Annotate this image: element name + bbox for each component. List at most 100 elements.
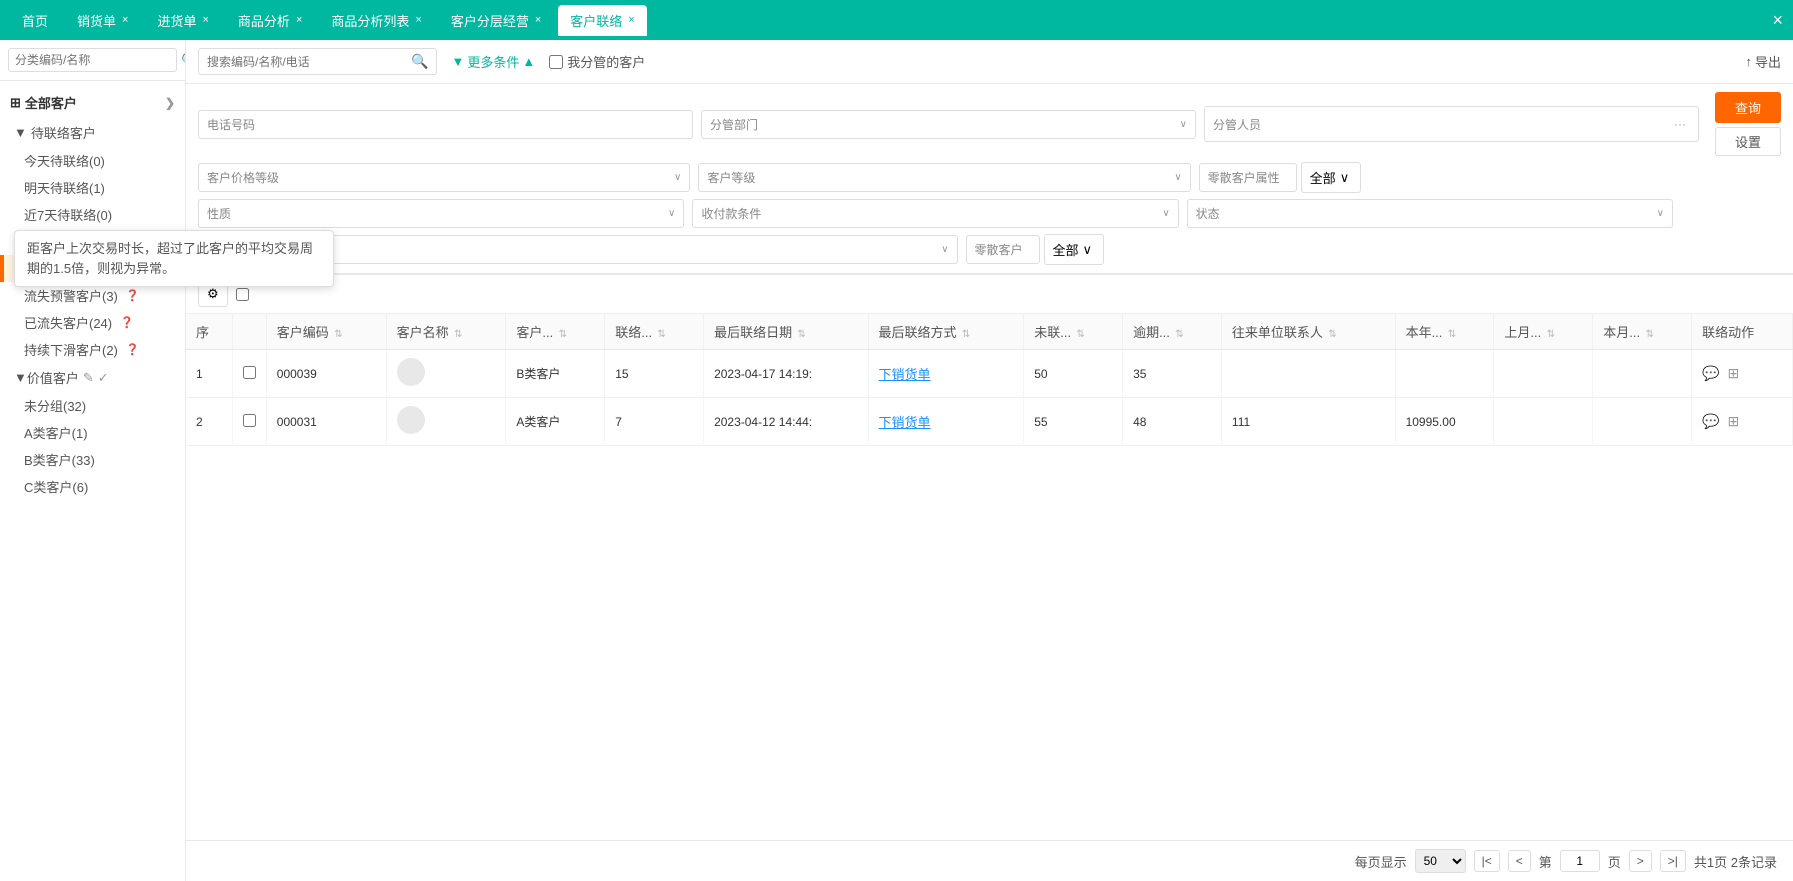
method-link-2[interactable]: 下销货单: [879, 415, 931, 430]
avatar-2: [397, 406, 425, 434]
sidebar-all-customers[interactable]: ⊞ 全部客户 ❯: [0, 87, 185, 118]
settings-button[interactable]: 设置: [1715, 127, 1781, 156]
col-last-contact-date: 最后联络日期 ⇅: [704, 314, 868, 350]
cell-date-2: 2023-04-12 14:44:: [704, 398, 868, 446]
nav-sales-close[interactable]: ×: [122, 14, 128, 26]
sidebar-item-class-c[interactable]: C类客户(6): [0, 473, 185, 500]
cell-method-2[interactable]: 下销货单: [868, 398, 1024, 446]
filter-phone[interactable]: 电话号码: [198, 110, 693, 139]
sidebar-group-pending-title[interactable]: ▼ 待联络客户: [0, 118, 185, 147]
sidebar-search-area: 🔍: [0, 40, 185, 81]
sort-icon-year: ⇅: [1448, 329, 1456, 340]
sidebar-item-7days[interactable]: 近7天待联络(0): [0, 201, 185, 228]
filter-person[interactable]: 分管人员 ···: [1204, 106, 1699, 142]
nav-customer-segment[interactable]: 客户分层经营 ×: [439, 5, 553, 36]
filter-dept[interactable]: 分管部门 ∨: [701, 110, 1196, 139]
col-action: 联络动作: [1692, 314, 1793, 350]
cell-checkbox-1[interactable]: [232, 350, 266, 398]
select-all-checkbox[interactable]: [236, 288, 249, 301]
sidebar-collapse-btn[interactable]: ❯: [165, 96, 175, 110]
chevron-down-icon5: ∨: [668, 208, 675, 219]
filter-status[interactable]: 状态 ∨: [1187, 199, 1673, 228]
chevron-up-icon: ▲: [522, 54, 535, 69]
nav-home[interactable]: 首页: [10, 5, 60, 36]
sidebar-price-customer-header[interactable]: ▼ 价值客户 ✎ ✓: [0, 363, 185, 392]
filter-customer-grade[interactable]: 客户等级 ∨: [698, 163, 1190, 192]
prev-page-button[interactable]: <: [1508, 850, 1531, 872]
check-icon[interactable]: ✓: [98, 370, 109, 386]
sidebar-item-tomorrow[interactable]: 明天待联络(1): [0, 174, 185, 201]
help-icon-declining[interactable]: ❓: [126, 343, 140, 356]
sidebar-item-class-b[interactable]: B类客户(33): [0, 446, 185, 473]
avatar-1: [397, 358, 425, 386]
help-icon-lost-warning[interactable]: ❓: [126, 289, 140, 302]
filter-bar: 🔍 ▼ 更多条件 ▲ 我分管的客户 ↑ 导出: [186, 40, 1793, 84]
chat-icon-1[interactable]: 💬: [1702, 365, 1719, 382]
cell-code-1: 000039: [266, 350, 386, 398]
filter-price-grade[interactable]: 客户价格等级 ∨: [198, 163, 690, 192]
filter-search-icon[interactable]: 🔍: [411, 53, 428, 70]
table-toolbar: ⚙: [186, 275, 1793, 314]
sidebar-item-declining[interactable]: 持续下滑客户(2) ❓: [0, 336, 185, 363]
sidebar-item-ungroup[interactable]: 未分组(32): [0, 392, 185, 419]
col-last-contact-method: 最后联络方式 ⇅: [868, 314, 1024, 350]
sidebar-search-input[interactable]: [8, 48, 177, 72]
triangle-icon: ▼: [14, 125, 27, 140]
nav-product-list[interactable]: 商品分析列表 ×: [319, 5, 433, 36]
col-overdue: 逾期... ⇅: [1123, 314, 1222, 350]
menu-icon-2[interactable]: ⊞: [1728, 413, 1740, 430]
filter-nature[interactable]: 性质 ∨: [198, 199, 684, 228]
filter-retail-attr-value[interactable]: 全部 ∨: [1301, 162, 1361, 193]
nav-product-analysis-close[interactable]: ×: [296, 14, 302, 26]
my-customer-checkbox-area: 我分管的客户: [549, 52, 645, 71]
menu-icon-1[interactable]: ⊞: [1728, 365, 1740, 382]
first-page-button[interactable]: |<: [1474, 850, 1500, 872]
nav-customer-contact-close[interactable]: ×: [628, 14, 634, 26]
my-customer-checkbox[interactable]: [549, 55, 563, 69]
cell-checkbox-2[interactable]: [232, 398, 266, 446]
method-link-1[interactable]: 下销货单: [879, 367, 931, 382]
nav-product-analysis[interactable]: 商品分析 ×: [226, 5, 314, 36]
export-button[interactable]: ↑ 导出: [1745, 52, 1781, 71]
next-page-button[interactable]: >: [1629, 850, 1652, 872]
nav-purchase[interactable]: 进货单 ×: [145, 5, 220, 36]
col-seq: 序: [186, 314, 232, 350]
help-icon-lost[interactable]: ❓: [120, 316, 134, 329]
filter-search-input[interactable]: [207, 55, 407, 69]
cell-contact-1: 15: [605, 350, 704, 398]
nav-customer-segment-close[interactable]: ×: [535, 14, 541, 26]
filter-customer-type[interactable]: 客户类型 ∨: [232, 235, 958, 264]
page-input[interactable]: [1560, 850, 1600, 872]
advanced-filter: 电话号码 分管部门 ∨ 分管人员 ··· 查询 设置: [186, 84, 1793, 274]
person-ellipsis[interactable]: ···: [1670, 112, 1690, 136]
top-nav-right: ×: [1772, 10, 1783, 31]
last-page-button[interactable]: >|: [1660, 850, 1686, 872]
sidebar-content: ⊞ 全部客户 ❯ ▼ 待联络客户 今天待联络(0) 明天待联络(1) 近7天待联…: [0, 81, 185, 881]
sidebar-item-lost[interactable]: 已流失客户(24) ❓: [0, 309, 185, 336]
cell-action-1: 💬 ⊞: [1692, 350, 1793, 398]
nav-product-list-close[interactable]: ×: [415, 14, 421, 26]
more-filter-btn[interactable]: ▼ 更多条件 ▲: [445, 48, 541, 75]
sidebar-item-today[interactable]: 今天待联络(0): [0, 147, 185, 174]
row2-checkbox[interactable]: [243, 414, 256, 427]
edit-icon[interactable]: ✎: [83, 370, 94, 386]
window-close-button[interactable]: ×: [1772, 10, 1783, 30]
cell-method-1[interactable]: 下销货单: [868, 350, 1024, 398]
nav-customer-contact[interactable]: 客户联络 ×: [558, 5, 646, 36]
nav-sales[interactable]: 销货单 ×: [65, 5, 140, 36]
page-size-select[interactable]: 50 20 100: [1415, 849, 1466, 873]
chat-icon-2[interactable]: 💬: [1702, 413, 1719, 430]
col-code: 客户编码 ⇅: [266, 314, 386, 350]
action-icons-1: 💬 ⊞: [1702, 365, 1782, 382]
cell-overdue-1: 35: [1123, 350, 1222, 398]
nav-purchase-close[interactable]: ×: [202, 14, 208, 26]
filter-retail-attr[interactable]: 零散客户属性: [1199, 163, 1297, 192]
filter-payment[interactable]: 收付款条件 ∨: [692, 199, 1178, 228]
row1-checkbox[interactable]: [243, 366, 256, 379]
filter-retail-value[interactable]: 全部 ∨: [1044, 234, 1104, 265]
query-button[interactable]: 查询: [1715, 92, 1781, 123]
filter-search-box: 🔍: [198, 48, 437, 75]
chevron-down-icon: ∨: [1180, 119, 1187, 130]
table-wrapper[interactable]: 序 客户编码 ⇅ 客户名称 ⇅ 客户...: [186, 314, 1793, 840]
sidebar-item-class-a[interactable]: A类客户(1): [0, 419, 185, 446]
